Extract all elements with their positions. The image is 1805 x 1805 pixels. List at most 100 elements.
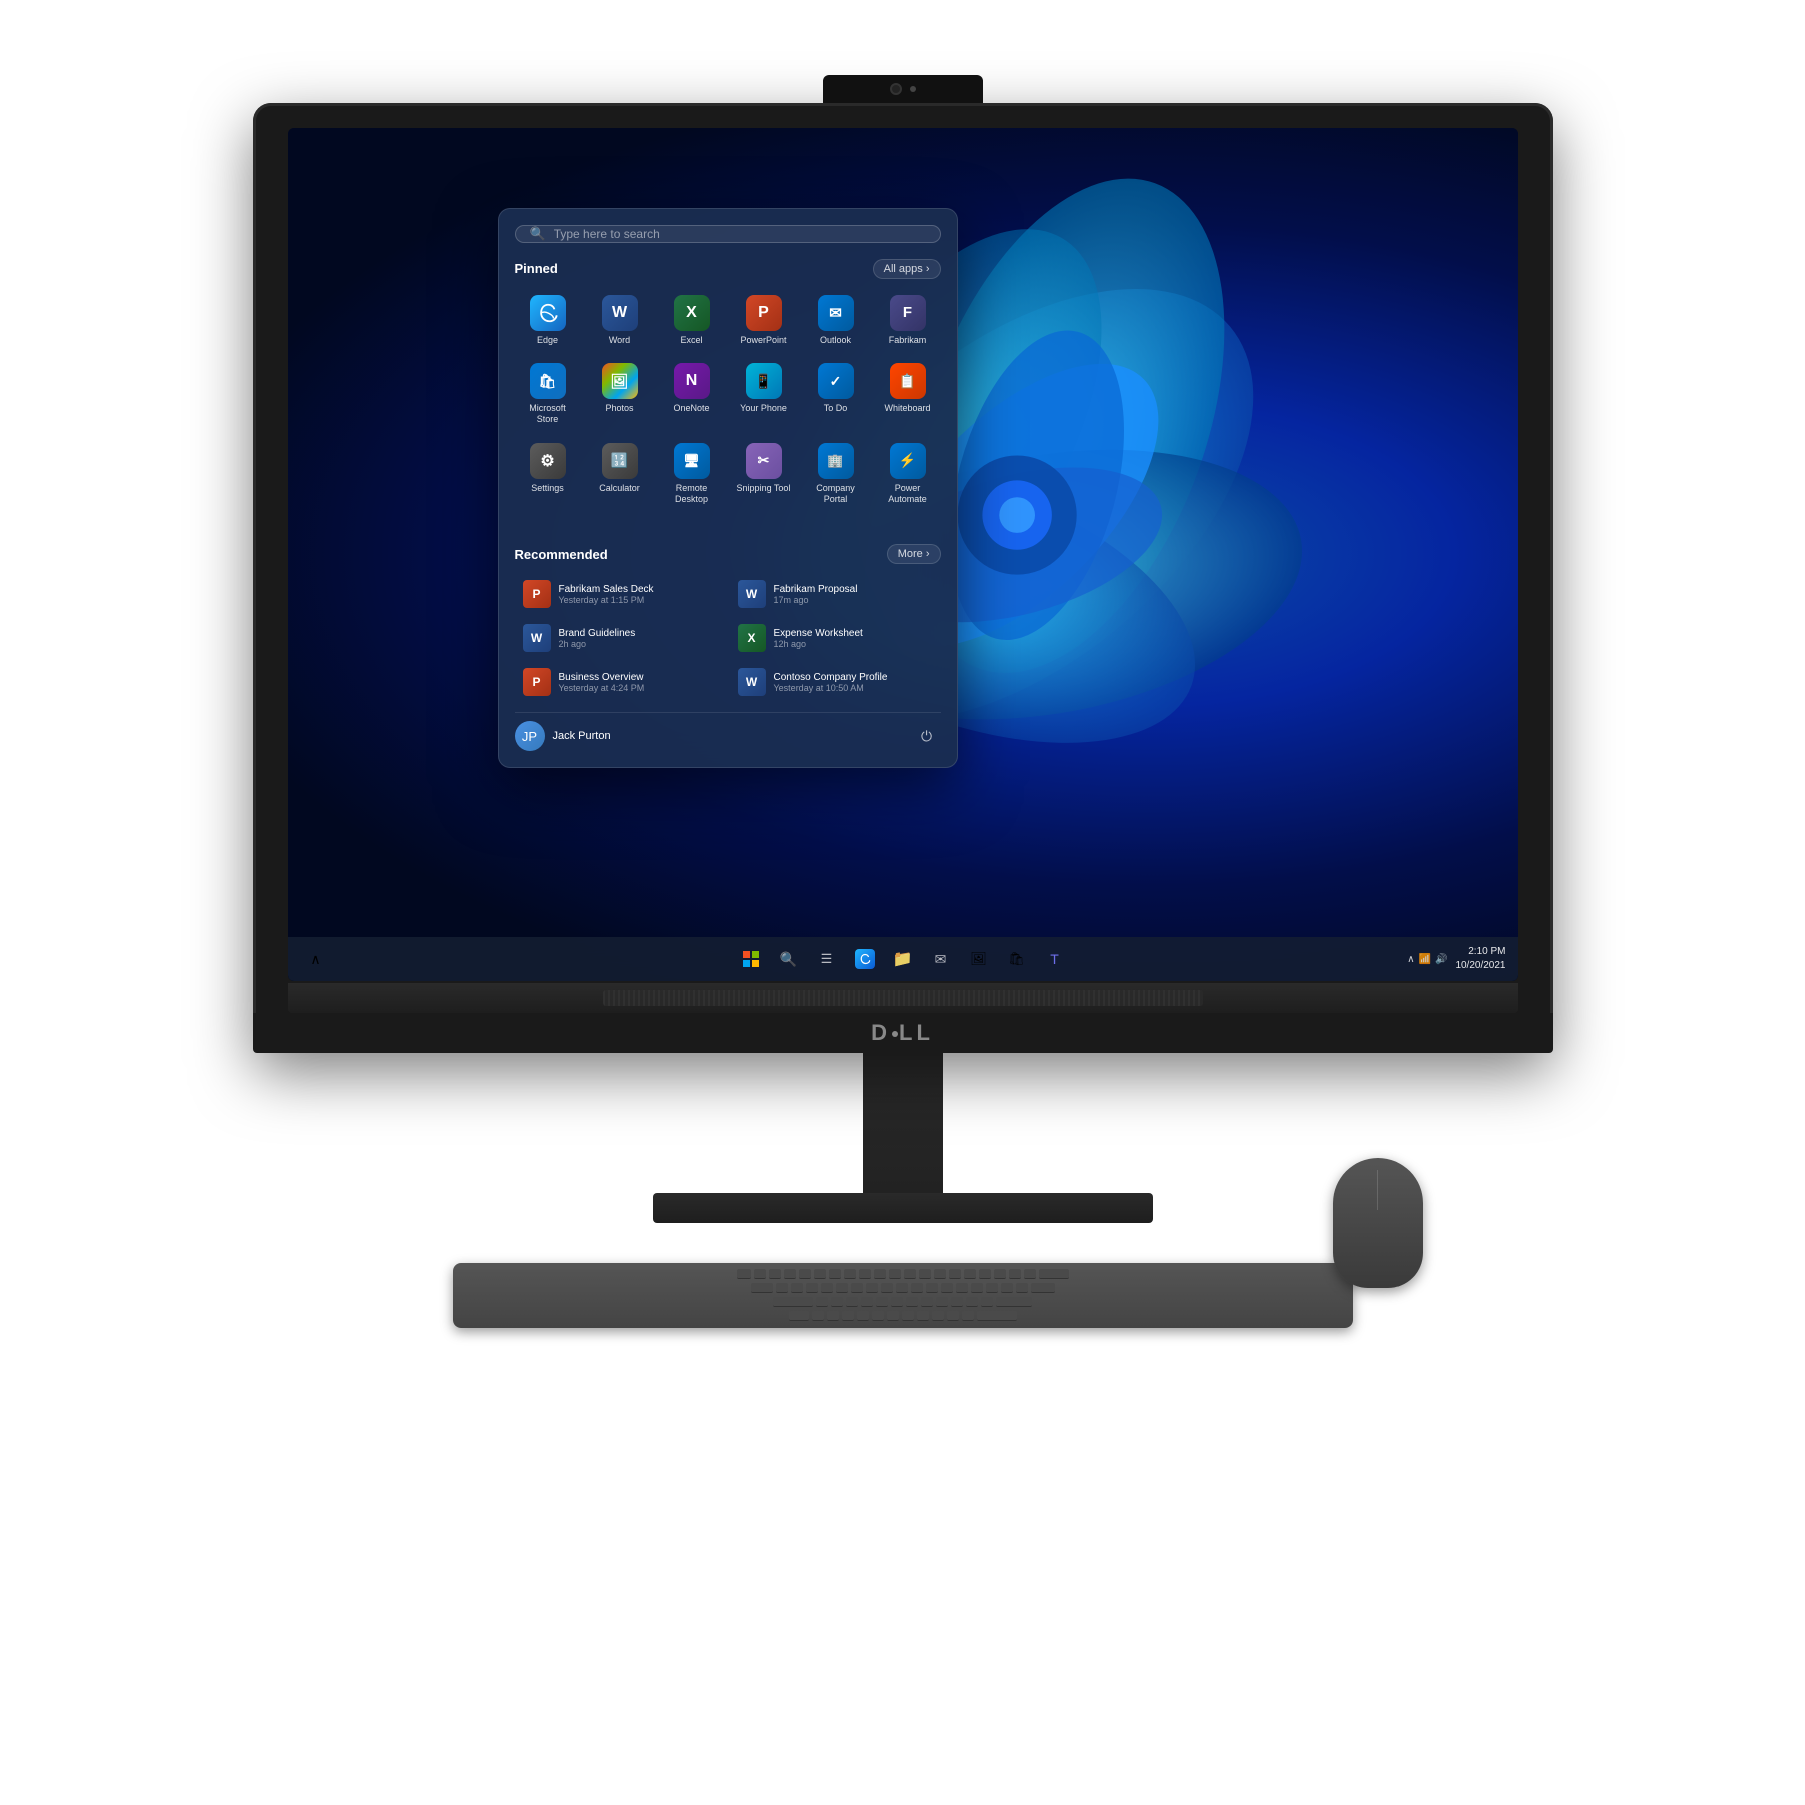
key [831, 1297, 843, 1307]
key [994, 1269, 1006, 1279]
phone-label: Your Phone [740, 403, 787, 414]
search-bar[interactable]: 🔍 Type here to search [515, 225, 941, 243]
app-calc[interactable]: 🔢 Calculator [587, 437, 653, 511]
key [784, 1269, 796, 1279]
app-snip[interactable]: ✂ Snipping Tool [731, 437, 797, 511]
automate-label: Power Automate [879, 483, 937, 505]
more-button[interactable]: More › [887, 544, 941, 564]
user-name: Jack Purton [553, 730, 611, 742]
app-ppt[interactable]: P PowerPoint [731, 289, 797, 352]
key-row-4 [468, 1311, 1338, 1321]
monitor: 🔍 Type here to search Pinned All apps › … [253, 103, 1553, 1053]
key [947, 1311, 959, 1321]
rec-fabrikam-sales-time: Yesterday at 1:15 PM [559, 595, 718, 605]
app-automate[interactable]: ⚡ Power Automate [875, 437, 941, 511]
app-settings[interactable]: ⚙ Settings [515, 437, 581, 511]
key [966, 1297, 978, 1307]
power-button[interactable]: ⏻ [913, 722, 941, 750]
app-edge[interactable]: Edge [515, 289, 581, 352]
rec-business-overview[interactable]: P Business Overview Yesterday at 4:24 PM [515, 662, 726, 702]
key [956, 1283, 968, 1293]
key-shift [789, 1311, 809, 1321]
app-todo[interactable]: ✓ To Do [803, 357, 869, 431]
rec-contoso-icon: W [738, 668, 766, 696]
taskbar-search[interactable]: 🔍 [773, 943, 805, 975]
start-footer: JP Jack Purton ⏻ [515, 712, 941, 751]
taskbar-windows-button[interactable] [735, 943, 767, 975]
rec-fabrikam-proposal-time: 17m ago [774, 595, 933, 605]
edge-icon [530, 295, 566, 331]
key [1024, 1269, 1036, 1279]
taskbar-center: 🔍 ☰ 📁 ✉ 🖼 🛍 T [735, 943, 1071, 975]
key [844, 1269, 856, 1279]
key [799, 1269, 811, 1279]
taskbar-clock: 2:10 PM [1455, 945, 1505, 959]
key [812, 1311, 824, 1321]
key [889, 1269, 901, 1279]
taskbar-teams[interactable]: T [1039, 943, 1071, 975]
rdp-label: Remote Desktop [663, 483, 721, 505]
fabrikam-label: Fabrikam [889, 335, 927, 346]
taskbar-explorer[interactable]: 📁 [887, 943, 919, 975]
mouse[interactable] [1333, 1158, 1423, 1288]
app-whiteboard[interactable]: 📋 Whiteboard [875, 357, 941, 431]
taskbar-arrow-icon[interactable]: ∧ [1407, 954, 1414, 965]
key [827, 1311, 839, 1321]
key [917, 1311, 929, 1321]
key [791, 1283, 803, 1293]
taskbar-edge[interactable] [849, 943, 881, 975]
todo-label: To Do [824, 403, 848, 414]
key [857, 1311, 869, 1321]
key [881, 1283, 893, 1293]
key [806, 1283, 818, 1293]
app-fabrikam[interactable]: F Fabrikam [875, 289, 941, 352]
settings-label: Settings [531, 483, 564, 494]
excel-icon: X [674, 295, 710, 331]
taskbar-time[interactable]: 2:10 PM 10/20/2021 [1455, 945, 1505, 973]
rec-expense-name: Expense Worksheet [774, 628, 933, 639]
app-phone[interactable]: 📱 Your Phone [731, 357, 797, 431]
app-excel[interactable]: X Excel [659, 289, 725, 352]
key [971, 1283, 983, 1293]
keyboard[interactable] [453, 1263, 1353, 1328]
key [1001, 1283, 1013, 1293]
key [932, 1311, 944, 1321]
app-photos[interactable]: 🖼 Photos [587, 357, 653, 431]
rec-expense[interactable]: X Expense Worksheet 12h ago [730, 618, 941, 658]
rec-fabrikam-sales[interactable]: P Fabrikam Sales Deck Yesterday at 1:15 … [515, 574, 726, 614]
rec-expense-info: Expense Worksheet 12h ago [774, 628, 933, 649]
app-word[interactable]: W Word [587, 289, 653, 352]
edge-label: Edge [537, 335, 558, 346]
taskbar-store[interactable]: 🛍 [1001, 943, 1033, 975]
key [846, 1297, 858, 1307]
rec-brand-guidelines[interactable]: W Brand Guidelines 2h ago [515, 618, 726, 658]
scene: 🔍 Type here to search Pinned All apps › … [203, 103, 1603, 1703]
taskbar-wifi-icon: 📶 [1419, 954, 1431, 965]
key [842, 1311, 854, 1321]
photos-label: Photos [605, 403, 633, 414]
app-companyportal[interactable]: 🏢 Company Portal [803, 437, 869, 511]
snip-label: Snipping Tool [737, 483, 791, 494]
rec-contoso[interactable]: W Contoso Company Profile Yesterday at 1… [730, 662, 941, 702]
taskbar-mail[interactable]: ✉ [925, 943, 957, 975]
whiteboard-icon: 📋 [890, 363, 926, 399]
user-info[interactable]: JP Jack Purton [515, 721, 611, 751]
key [769, 1269, 781, 1279]
calc-icon: 🔢 [602, 443, 638, 479]
app-outlook[interactable]: ✉ Outlook [803, 289, 869, 352]
rec-fabrikam-proposal-icon: W [738, 580, 766, 608]
taskbar-right: ∧ 📶 🔊 2:10 PM 10/20/2021 [1407, 945, 1505, 973]
rec-fabrikam-proposal[interactable]: W Fabrikam Proposal 17m ago [730, 574, 941, 614]
app-store[interactable]: 🛍 Microsoft Store [515, 357, 581, 431]
key [926, 1283, 938, 1293]
taskbar-chevron-up[interactable]: ∧ [300, 943, 332, 975]
app-onenote[interactable]: N OneNote [659, 357, 725, 431]
mouse-scroll-wheel [1377, 1170, 1378, 1210]
taskbar-photos[interactable]: 🖼 [963, 943, 995, 975]
all-apps-button[interactable]: All apps › [873, 259, 941, 279]
taskbar-widgets[interactable]: ☰ [811, 943, 843, 975]
app-rdp[interactable]: 🖥 Remote Desktop [659, 437, 725, 511]
key [902, 1311, 914, 1321]
dell-logo-area: DLL [253, 1013, 1553, 1053]
screen: 🔍 Type here to search Pinned All apps › … [288, 128, 1518, 982]
